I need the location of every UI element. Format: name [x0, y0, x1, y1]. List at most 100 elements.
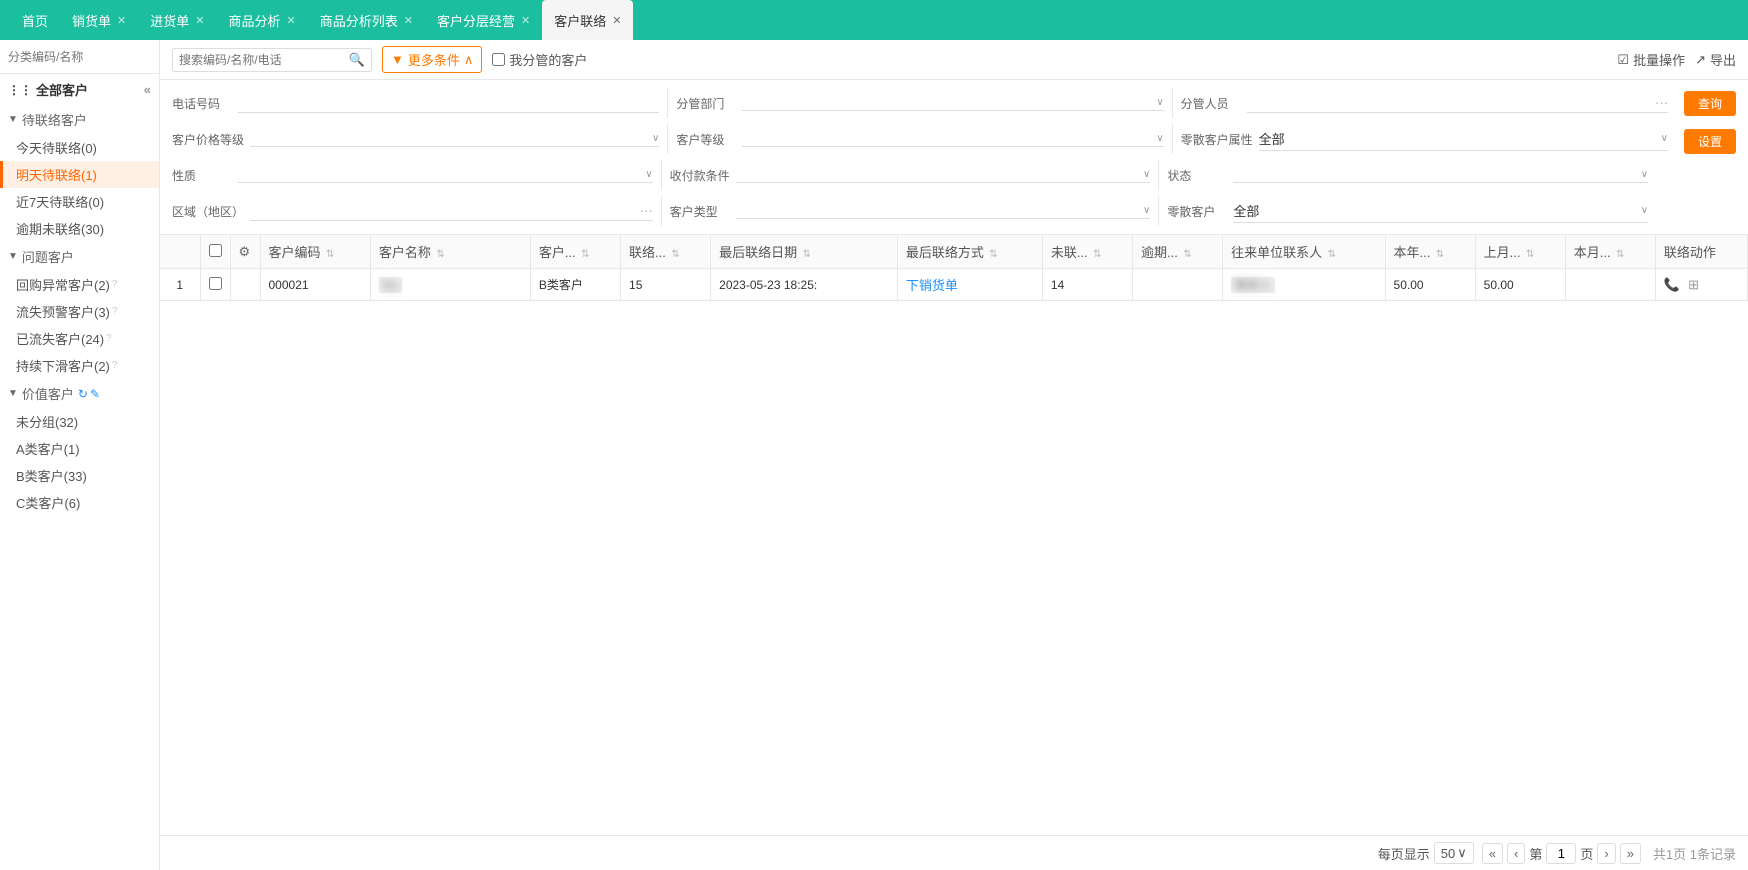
table-settings-icon[interactable]: ⚙	[239, 244, 251, 259]
td-checkbox	[200, 269, 230, 301]
customer-type-select[interactable]: ∨	[736, 203, 1151, 219]
phone-input[interactable]	[238, 94, 659, 113]
status-select[interactable]: ∨	[1233, 167, 1648, 183]
sidebar-group-problem-customers[interactable]: ▼ 问题客户	[0, 242, 159, 271]
th-checkbox	[200, 235, 230, 269]
filter-field-nature: 性质 ∨	[172, 167, 653, 184]
main-search-input[interactable]	[179, 53, 349, 67]
sort-class-icon[interactable]: ⇅	[581, 249, 589, 260]
next-page-button[interactable]: ›	[1597, 843, 1615, 864]
dept-select[interactable]: ∨	[742, 95, 1163, 111]
region-more-icon: ···	[640, 203, 653, 218]
page-size-box[interactable]: 50 ∨	[1434, 842, 1474, 864]
th-last-month: 上月... ⇅	[1475, 235, 1565, 269]
set-button[interactable]: 设置	[1684, 129, 1736, 154]
filter-icon: ▼	[391, 52, 404, 67]
help-icon-4[interactable]: ?	[112, 360, 118, 371]
export-button[interactable]: ↗ 导出	[1695, 50, 1736, 69]
phone-action-icon[interactable]: 📞	[1664, 277, 1680, 293]
edit-icon[interactable]: ✎	[90, 387, 100, 401]
close-customer-contact-icon[interactable]: ✕	[612, 14, 621, 27]
close-product-list-icon[interactable]: ✕	[404, 14, 413, 27]
help-icon-2[interactable]: ?	[112, 306, 118, 317]
sidebar-item-overdue-contact[interactable]: 逾期未联络(30)	[0, 215, 159, 242]
sidebar-item-already-lost[interactable]: 已流失客户(24) ?	[0, 325, 159, 352]
my-customers-checkbox[interactable]	[492, 53, 505, 66]
td-code: 000021	[260, 269, 370, 301]
grid-action-icon[interactable]: ⊞	[1688, 277, 1699, 293]
sidebar-item-repurchase-abnormal[interactable]: 回购异常客户(2) ?	[0, 271, 159, 298]
sidebar-item-today-contact[interactable]: 今天待联络(0)	[0, 134, 159, 161]
select-all-checkbox[interactable]	[209, 244, 222, 257]
sidebar-item-a-class[interactable]: A类客户(1)	[0, 435, 159, 462]
retail-attr-select[interactable]: 全部 ∨	[1259, 127, 1668, 151]
nav-product-analysis-list[interactable]: 商品分析列表 ✕	[308, 0, 425, 40]
sort-this-month-icon[interactable]: ⇅	[1616, 249, 1624, 260]
sidebar-item-ungrouped[interactable]: 未分组(32)	[0, 408, 159, 435]
page-number-input[interactable]	[1546, 843, 1576, 864]
region-select[interactable]: ···	[250, 201, 653, 221]
filter-field-price-level: 客户价格等级 ∨	[172, 131, 659, 148]
row-checkbox[interactable]	[209, 277, 222, 290]
td-actions: 📞 ⊞	[1655, 269, 1747, 301]
dept-chevron-icon: ∨	[1156, 97, 1163, 108]
batch-op-button[interactable]: ☑ 批量操作	[1617, 50, 1685, 69]
sidebar-item-c-class[interactable]: C类客户(6)	[0, 489, 159, 516]
sort-uncontacted-icon[interactable]: ⇅	[1093, 249, 1101, 260]
nav-purchase[interactable]: 进货单 ✕	[138, 0, 216, 40]
sort-date-icon[interactable]: ⇅	[803, 249, 811, 260]
sidebar-item-week-contact[interactable]: 近7天待联络(0)	[0, 188, 159, 215]
sort-contact-count-icon[interactable]: ⇅	[671, 249, 679, 260]
my-customers-checkbox-label[interactable]: 我分管的客户	[492, 50, 587, 69]
collapse-icon[interactable]: «	[144, 82, 151, 97]
last-page-button[interactable]: »	[1620, 843, 1641, 864]
sidebar-item-tomorrow-contact[interactable]: 明天待联络(1)	[0, 161, 159, 188]
more-filter-button[interactable]: ▼ 更多条件 ∧	[382, 46, 482, 73]
search-bar: 🔍 ▼ 更多条件 ∧ 我分管的客户 ☑ 批量操作 ↗ 导出	[160, 40, 1748, 80]
sort-unit-icon[interactable]: ⇅	[1328, 249, 1336, 260]
help-icon-3[interactable]: ?	[106, 333, 112, 344]
search-icon[interactable]: 🔍	[349, 52, 365, 68]
nav-customer-tier[interactable]: 客户分层经营 ✕	[425, 0, 542, 40]
sidebar-item-b-class[interactable]: B类客户(33)	[0, 462, 159, 489]
help-icon-1[interactable]: ?	[112, 279, 118, 290]
sidebar-group-value-customers[interactable]: ▼ 价值客户 ↻ ✎	[0, 379, 159, 408]
sidebar-item-lost-customers[interactable]: 流失预警客户(3) ?	[0, 298, 159, 325]
sidebar-group-pending-contact[interactable]: ▼ 待联络客户	[0, 105, 159, 134]
action-buttons: ☑ 批量操作 ↗ 导出	[1617, 50, 1736, 69]
divider-5	[661, 160, 662, 190]
close-purchase-icon[interactable]: ✕	[195, 14, 204, 27]
page-size-chevron-icon: ∨	[1457, 845, 1467, 861]
nav-product-analysis[interactable]: 商品分析 ✕	[216, 0, 307, 40]
retail-customer-select[interactable]: 全部 ∨	[1233, 199, 1648, 223]
nav-customer-contact[interactable]: 客户联络 ✕	[542, 0, 633, 40]
refresh-icon[interactable]: ↻	[78, 387, 88, 401]
sort-name-icon[interactable]: ⇅	[436, 249, 444, 260]
all-customers-header[interactable]: ⋮⋮ 全部客户 «	[0, 74, 159, 105]
sort-code-icon[interactable]: ⇅	[326, 249, 334, 260]
table-area: ⚙ 客户编码 ⇅ 客户名称 ⇅ 客户... ⇅	[160, 235, 1748, 835]
nature-select[interactable]: ∨	[238, 167, 653, 183]
close-sales-icon[interactable]: ✕	[117, 14, 126, 27]
prev-page-button[interactable]: ‹	[1507, 843, 1525, 864]
last-method-link[interactable]: 下销货单	[906, 278, 958, 293]
person-select[interactable]: ···	[1247, 93, 1668, 113]
close-product-analysis-icon[interactable]: ✕	[287, 14, 296, 27]
price-level-select[interactable]: ∨	[250, 131, 659, 147]
sidebar-search-input[interactable]	[8, 50, 160, 64]
filter-field-customer-level: 客户等级 ∨	[676, 131, 1163, 148]
query-button[interactable]: 查询	[1684, 91, 1736, 116]
td-seq: 1	[160, 269, 200, 301]
customer-level-select[interactable]: ∨	[742, 131, 1163, 147]
nav-home[interactable]: 首页	[10, 0, 60, 40]
th-settings: ⚙	[230, 235, 260, 269]
sort-overdue-icon[interactable]: ⇅	[1183, 249, 1191, 260]
payment-select[interactable]: ∨	[736, 167, 1151, 183]
first-page-button[interactable]: «	[1482, 843, 1503, 864]
sort-method-icon[interactable]: ⇅	[989, 249, 997, 260]
sidebar-item-declining[interactable]: 持续下滑客户(2) ?	[0, 352, 159, 379]
nav-sales[interactable]: 销货单 ✕	[60, 0, 138, 40]
sort-last-month-icon[interactable]: ⇅	[1526, 249, 1534, 260]
close-customer-tier-icon[interactable]: ✕	[521, 14, 530, 27]
sort-year-icon[interactable]: ⇅	[1436, 249, 1444, 260]
